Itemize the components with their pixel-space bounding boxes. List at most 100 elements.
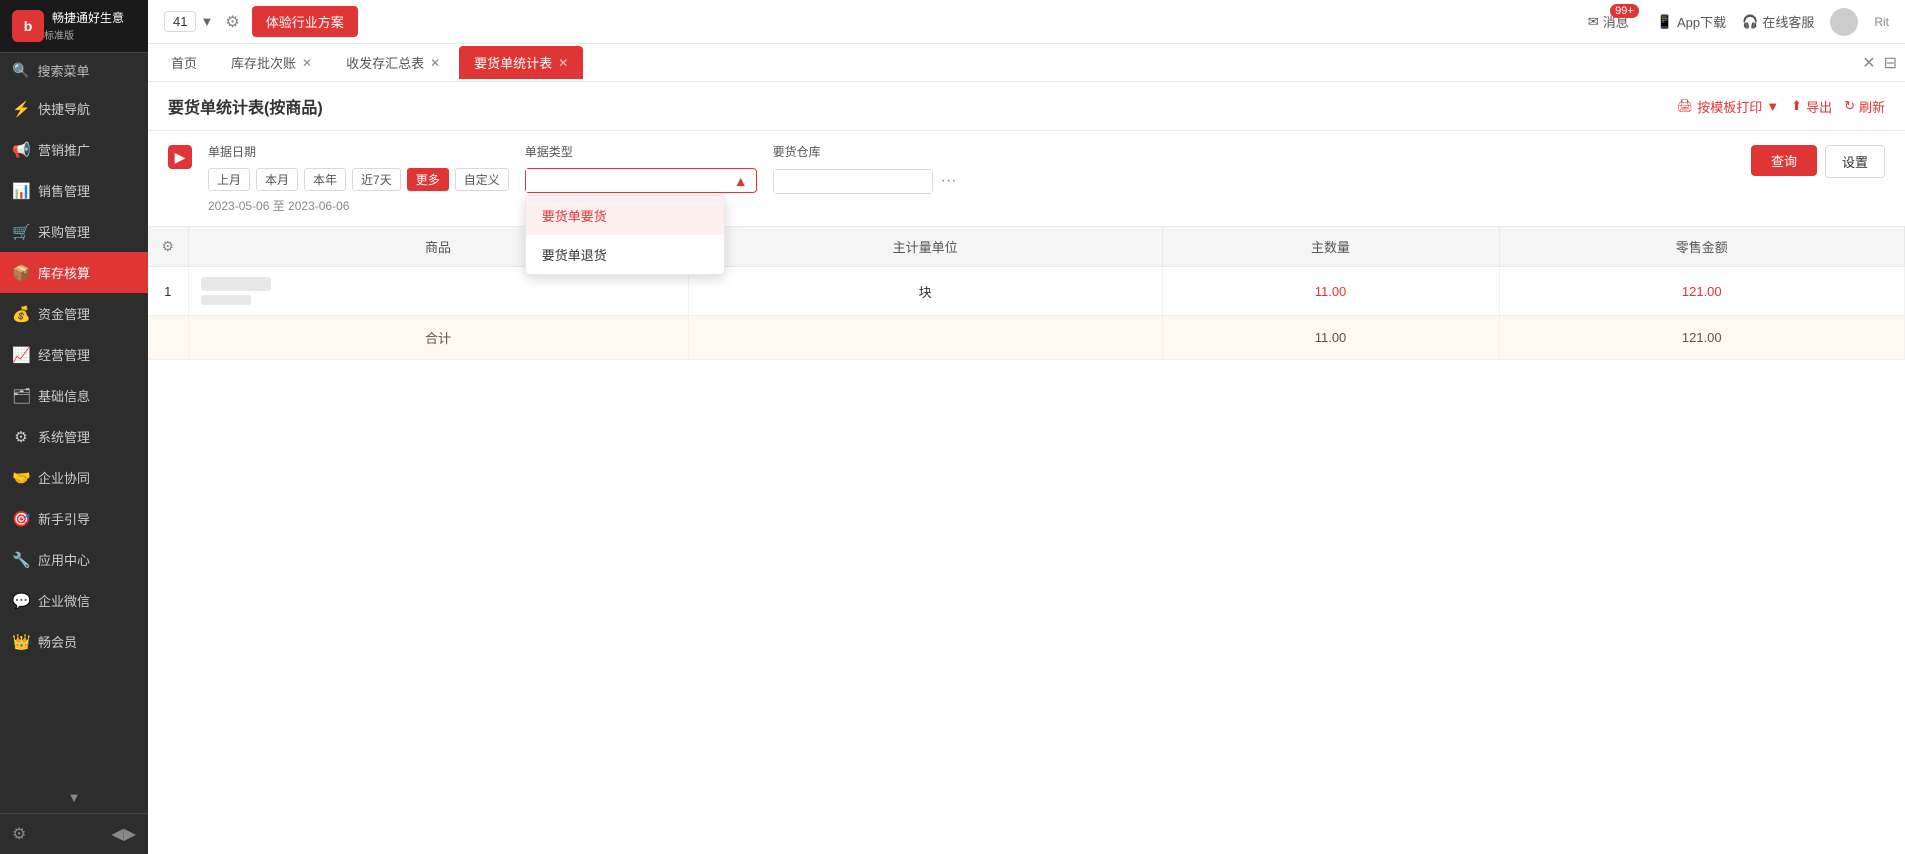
operations-label: 经营管理: [38, 345, 90, 364]
tab-receive-summary[interactable]: 收发存汇总表 ✕: [331, 46, 455, 79]
print-dropdown-icon: ▼: [1766, 99, 1779, 114]
custom-date-btn[interactable]: 自定义: [455, 168, 509, 191]
row-num: 1: [148, 267, 188, 316]
tab-receive-summary-label: 收发存汇总表: [346, 53, 424, 72]
app-center-icon: 🔧: [12, 551, 30, 569]
user-avatar[interactable]: [1830, 8, 1858, 36]
summary-qty: 11.00: [1162, 316, 1499, 360]
filter-expand-button[interactable]: ▶: [168, 145, 192, 169]
user-name: Rit: [1874, 15, 1889, 29]
sidebar-item-member[interactable]: 👑 畅会员: [0, 621, 148, 662]
wechat-icon: 💬: [12, 592, 30, 610]
tab-order-stats[interactable]: 要货单统计表 ✕: [459, 46, 583, 79]
logo-text: 畅捷通好生意 标准版: [44, 10, 124, 42]
main-content: 41 ▼ ⚙ 体验行业方案 ✉ 消息 99+ 📱 App下载 🎧 在: [148, 0, 1905, 854]
settings-icon[interactable]: ⚙: [12, 824, 26, 844]
type-select-wrapper: ▲: [525, 168, 757, 193]
tab-inventory-batch[interactable]: 库存批次账 ✕: [216, 46, 327, 79]
table-body: 1 块 11.00: [148, 267, 1905, 316]
sidebar-item-system[interactable]: ⚙ 系统管理: [0, 416, 148, 457]
sidebar-item-wechat[interactable]: 💬 企业微信: [0, 580, 148, 621]
message-button[interactable]: ✉ 消息 99+: [1588, 12, 1629, 31]
type-dropdown-arrow[interactable]: ▲: [726, 173, 756, 189]
sidebar-item-quick-nav[interactable]: ⚡ 快捷导航: [0, 88, 148, 129]
th-settings: ⚙: [148, 227, 188, 267]
tabs-close-all[interactable]: ✕: [1862, 53, 1875, 73]
table-settings-button[interactable]: 设置: [1825, 145, 1885, 178]
sidebar-item-purchase[interactable]: 🛒 采购管理: [0, 211, 148, 252]
tabs-expand[interactable]: ⊟: [1884, 53, 1897, 73]
query-button[interactable]: 查询: [1751, 145, 1817, 176]
content-area: 要货单统计表(按商品) 🖨 按模板打印 ▼ ⬆ 导出 ↻ 刷新: [148, 82, 1905, 854]
sidebar-item-basic-info[interactable]: 🗂 基础信息: [0, 375, 148, 416]
refresh-button[interactable]: ↻ 刷新: [1844, 97, 1885, 116]
quick-nav-label: 快捷导航: [38, 99, 90, 118]
this-month-btn[interactable]: 本月: [256, 168, 298, 191]
warehouse-select-input[interactable]: [774, 170, 932, 193]
sidebar-logo: b 畅捷通好生意 标准版: [0, 0, 148, 53]
export-button[interactable]: ⬆ 导出: [1791, 97, 1832, 116]
tab-home[interactable]: 首页: [156, 46, 212, 79]
sidebar-item-guide[interactable]: 🎯 新手引导: [0, 498, 148, 539]
print-icon: 🖨: [1677, 98, 1694, 114]
tab-receive-summary-close[interactable]: ✕: [430, 56, 440, 70]
sidebar: b 畅捷通好生意 标准版 🔍 搜索菜单 ⚡ 快捷导航 📢 营销推广 📊 销售管理…: [0, 0, 148, 854]
sidebar-item-finance[interactable]: 💰 资金管理: [0, 293, 148, 334]
app-download-button[interactable]: 📱 App下载: [1657, 12, 1726, 31]
inventory-label: 库存核算: [38, 263, 90, 282]
last-7-days-btn[interactable]: 近7天: [352, 168, 401, 191]
last-month-btn[interactable]: 上月: [208, 168, 250, 191]
basic-info-label: 基础信息: [38, 386, 90, 405]
tab-order-stats-close[interactable]: ✕: [558, 56, 568, 70]
row-qty-link[interactable]: 11.00: [1315, 284, 1347, 299]
summary-amount: 121.00: [1499, 316, 1904, 360]
table-header-row: ⚙ 商品 主计量单位 主数量 零售金额: [148, 227, 1905, 267]
topbar-settings-icon[interactable]: ⚙: [225, 12, 239, 32]
column-settings-icon[interactable]: ⚙: [161, 238, 174, 254]
sidebar-scroll-down[interactable]: ▼: [0, 782, 148, 813]
quick-nav-icon: ⚡: [12, 100, 30, 118]
warehouse-more-icon[interactable]: ···: [937, 168, 961, 194]
product-code-placeholder: [201, 295, 251, 305]
sidebar-item-marketing[interactable]: 📢 营销推广: [0, 129, 148, 170]
sidebar-item-inventory[interactable]: 📦 库存核算: [0, 252, 148, 293]
sidebar-item-app-center[interactable]: 🔧 应用中心: [0, 539, 148, 580]
th-unit: 主计量单位: [688, 227, 1162, 267]
sidebar-item-cooperation[interactable]: 🤝 企业协同: [0, 457, 148, 498]
row-qty: 11.00: [1162, 267, 1499, 316]
sales-icon: 📊: [12, 182, 30, 200]
type-filter-label: 单据类型: [525, 143, 757, 160]
sidebar-search[interactable]: 🔍 搜索菜单: [0, 53, 148, 88]
guide-label: 新手引导: [38, 509, 90, 528]
system-label: 系统管理: [38, 427, 90, 446]
tabs-actions: ✕ ⊟: [1862, 53, 1897, 73]
company-selector[interactable]: 41 ▼: [164, 11, 213, 32]
cooperation-icon: 🤝: [12, 469, 30, 487]
sidebar-item-operations[interactable]: 📈 经营管理: [0, 334, 148, 375]
type-select-input[interactable]: [526, 169, 726, 192]
date-quick-btns: 上月 本月 本年 近7天 更多 自定义: [208, 168, 509, 191]
dropdown-item-order-goods[interactable]: 要货单要货: [526, 196, 724, 235]
sidebar-item-sales[interactable]: 📊 销售管理: [0, 170, 148, 211]
search-icon: 🔍: [12, 62, 29, 79]
purchase-icon: 🛒: [12, 223, 30, 241]
tab-inventory-batch-close[interactable]: ✕: [302, 56, 312, 70]
this-year-btn[interactable]: 本年: [304, 168, 346, 191]
more-dates-btn[interactable]: 更多: [407, 168, 449, 191]
app-center-label: 应用中心: [38, 550, 90, 569]
dropdown-item-order-return[interactable]: 要货单退货: [526, 235, 724, 274]
row-amount-link[interactable]: 121.00: [1682, 284, 1722, 299]
export-icon: ⬆: [1791, 98, 1802, 114]
logo-icon: b: [12, 10, 44, 42]
page-title: 要货单统计表(按商品): [168, 94, 323, 130]
collapse-icon[interactable]: ◀▶: [111, 824, 136, 844]
topbar: 41 ▼ ⚙ 体验行业方案 ✉ 消息 99+ 📱 App下载 🎧 在: [148, 0, 1905, 44]
refresh-icon: ↻: [1844, 98, 1855, 114]
trial-button[interactable]: 体验行业方案: [252, 6, 358, 37]
wechat-label: 企业微信: [38, 591, 90, 610]
summary-unit: [688, 316, 1162, 360]
row-amount: 121.00: [1499, 267, 1904, 316]
service-button[interactable]: 🎧 在线客服: [1742, 12, 1814, 31]
print-button[interactable]: 🖨 按模板打印 ▼: [1677, 97, 1779, 116]
app-icon: 📱: [1657, 14, 1673, 30]
